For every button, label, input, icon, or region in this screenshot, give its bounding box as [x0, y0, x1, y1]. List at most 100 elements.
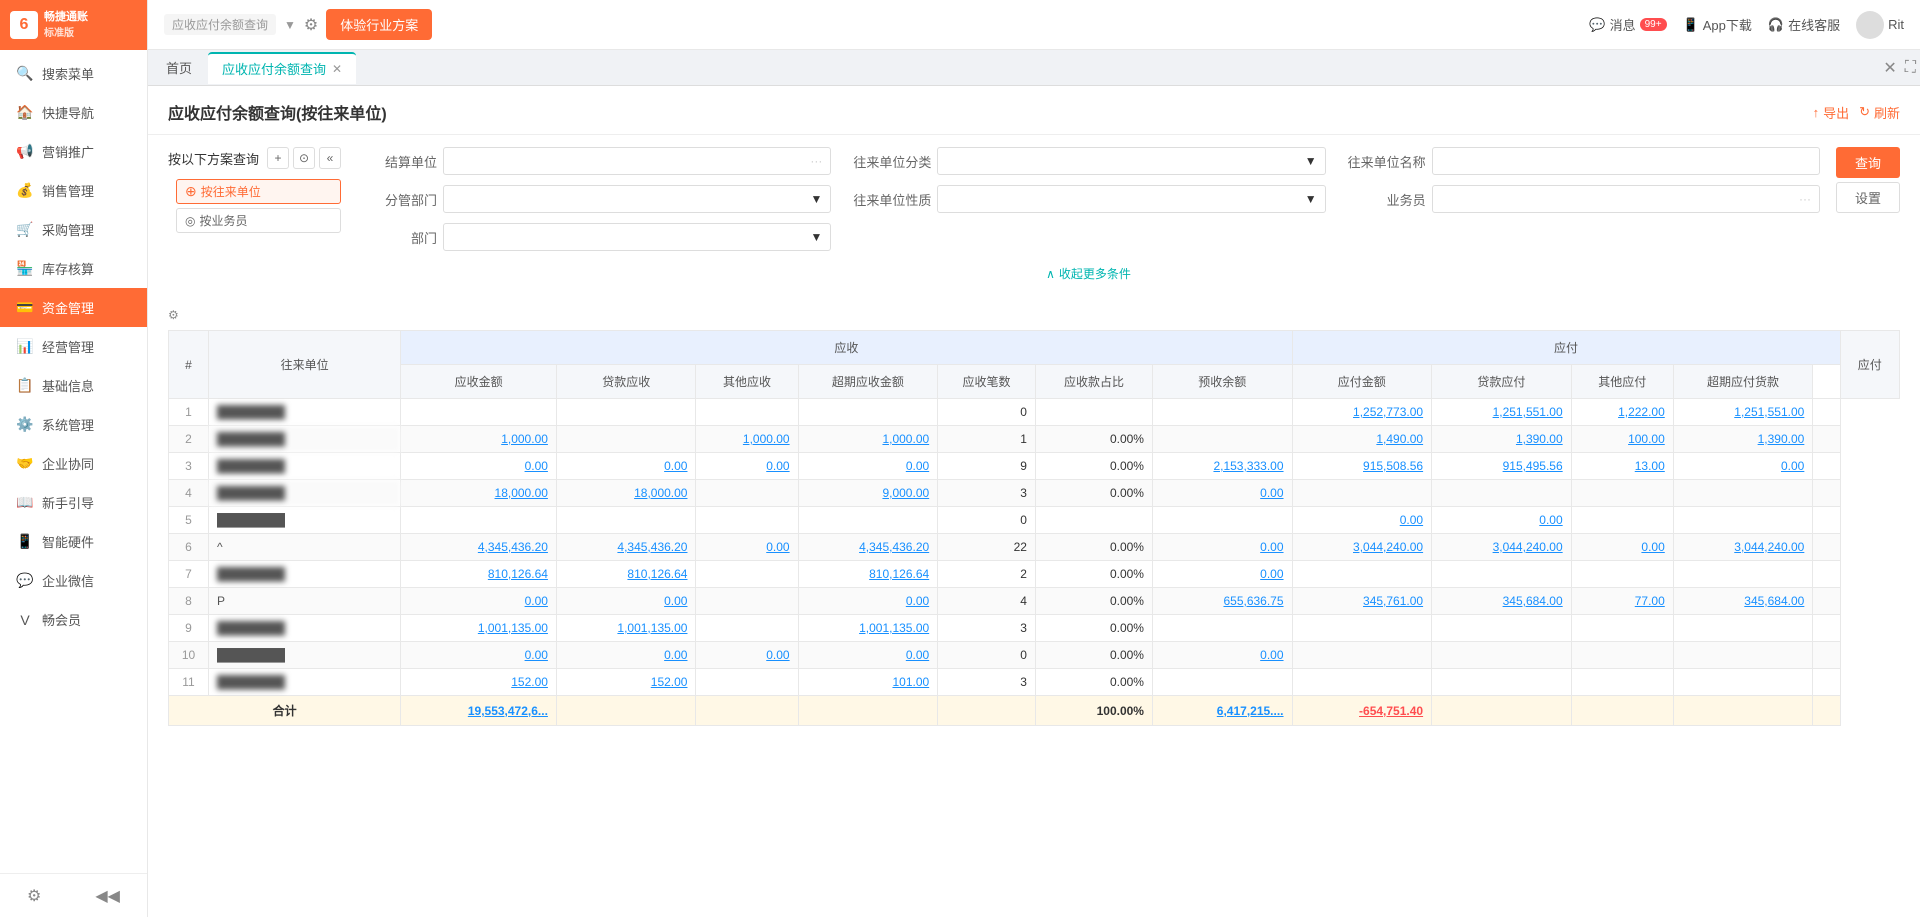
cell-loan-payable[interactable]: [1432, 642, 1572, 669]
sidebar-item-marketing[interactable]: 📢营销推广: [0, 132, 147, 171]
cell-overdue-receivable[interactable]: 0.00: [798, 588, 938, 615]
cell-overdue-payable[interactable]: [1673, 507, 1813, 534]
cell-loan-payable[interactable]: 345,684.00: [1432, 588, 1572, 615]
cell-loan-receivable[interactable]: 1,001,135.00: [556, 615, 696, 642]
cell-receivable-amount[interactable]: 4,345,436.20: [401, 534, 557, 561]
query-button[interactable]: 查询: [1836, 147, 1900, 178]
cell-overdue-payable[interactable]: 1,251,551.00: [1673, 399, 1813, 426]
cell-overdue-payable[interactable]: [1673, 615, 1813, 642]
cell-other-receivable[interactable]: [696, 561, 798, 588]
cell-prepaid-balance[interactable]: [1152, 615, 1292, 642]
cell-overdue-receivable[interactable]: 0.00: [798, 642, 938, 669]
cell-prepaid-balance[interactable]: 0.00: [1152, 534, 1292, 561]
cell-prepaid-balance[interactable]: 655,636.75: [1152, 588, 1292, 615]
cell-other-payable[interactable]: 1,222.00: [1571, 399, 1673, 426]
sidebar-item-vip[interactable]: V畅会员: [0, 600, 147, 639]
cell-loan-receivable[interactable]: 18,000.00: [556, 480, 696, 507]
cell-other-payable[interactable]: [1571, 669, 1673, 696]
sidebar-item-newbie[interactable]: 📖新手引导: [0, 483, 147, 522]
tab-query[interactable]: 应收应付余额查询 ✕: [208, 52, 356, 84]
online-service-item[interactable]: 🎧 在线客服: [1768, 15, 1840, 34]
sidebar-item-enterprise[interactable]: 🤝企业协同: [0, 444, 147, 483]
cell-payable-amount[interactable]: 0.00: [1292, 507, 1432, 534]
cell-overdue-payable[interactable]: [1673, 669, 1813, 696]
filter-by-salesperson-btn[interactable]: ◎ 按业务员: [176, 208, 341, 233]
tab-home[interactable]: 首页: [152, 52, 206, 84]
cell-loan-payable[interactable]: 1,390.00: [1432, 426, 1572, 453]
sidebar-item-quick-nav[interactable]: 🏠快捷导航: [0, 93, 147, 132]
cell-loan-receivable[interactable]: 4,345,436.20: [556, 534, 696, 561]
sidebar-item-wechat[interactable]: 💬企业微信: [0, 561, 147, 600]
cell-payable-amount[interactable]: [1292, 642, 1432, 669]
cell-loan-receivable[interactable]: 0.00: [556, 642, 696, 669]
settings-bottom-icon[interactable]: ⚙: [27, 886, 41, 906]
tab-close-window-icon[interactable]: ✕: [1883, 58, 1896, 78]
cell-loan-receivable[interactable]: [556, 507, 696, 534]
cell-receivable-amount[interactable]: [401, 399, 557, 426]
user-profile-item[interactable]: Rit: [1856, 11, 1904, 39]
cell-other-payable[interactable]: [1571, 561, 1673, 588]
cell-payable-amount[interactable]: [1292, 480, 1432, 507]
cell-receivable-amount[interactable]: 0.00: [401, 588, 557, 615]
cell-loan-receivable[interactable]: [556, 426, 696, 453]
notification-item[interactable]: 💬 消息 99+: [1589, 15, 1666, 34]
cell-overdue-receivable[interactable]: 101.00: [798, 669, 938, 696]
settings-button[interactable]: 设置: [1836, 182, 1900, 213]
cell-overdue-payable[interactable]: 345,684.00: [1673, 588, 1813, 615]
cell-loan-receivable[interactable]: 0.00: [556, 588, 696, 615]
cell-loan-payable[interactable]: [1432, 561, 1572, 588]
cell-overdue-receivable[interactable]: 1,001,135.00: [798, 615, 938, 642]
cell-loan-payable[interactable]: [1432, 480, 1572, 507]
cell-other-receivable[interactable]: [696, 507, 798, 534]
salesperson-input[interactable]: ···: [1432, 185, 1820, 213]
sidebar-item-search-menu[interactable]: 🔍搜索菜单: [0, 54, 147, 93]
cell-other-receivable[interactable]: 0.00: [696, 534, 798, 561]
cell-overdue-receivable[interactable]: [798, 507, 938, 534]
cell-prepaid-balance[interactable]: [1152, 426, 1292, 453]
sidebar-item-sales[interactable]: 💰销售管理: [0, 171, 147, 210]
cell-loan-receivable[interactable]: 810,126.64: [556, 561, 696, 588]
cell-prepaid-balance[interactable]: 0.00: [1152, 480, 1292, 507]
cell-loan-receivable[interactable]: [556, 399, 696, 426]
cell-loan-payable[interactable]: [1432, 615, 1572, 642]
collapse-sidebar-icon[interactable]: ◀◀: [95, 886, 120, 906]
cell-prepaid-balance[interactable]: 0.00: [1152, 642, 1292, 669]
export-button[interactable]: ↑ 导出: [1813, 103, 1850, 122]
collapse-button[interactable]: ∧ 收起更多条件: [1046, 265, 1131, 282]
cell-overdue-receivable[interactable]: 9,000.00: [798, 480, 938, 507]
cell-receivable-amount[interactable]: 152.00: [401, 669, 557, 696]
app-download-item[interactable]: 📱 App下载: [1683, 15, 1752, 34]
cell-other-payable[interactable]: [1571, 507, 1673, 534]
cell-payable-amount[interactable]: 3,044,240.00: [1292, 534, 1432, 561]
cell-payable-amount[interactable]: 915,508.56: [1292, 453, 1432, 480]
sidebar-item-system[interactable]: ⚙️系统管理: [0, 405, 147, 444]
cell-other-receivable[interactable]: [696, 399, 798, 426]
target-scheme-btn[interactable]: ⊙: [293, 147, 315, 169]
cell-payable-amount[interactable]: [1292, 669, 1432, 696]
cell-other-payable[interactable]: 0.00: [1571, 534, 1673, 561]
partner-category-select[interactable]: ▼: [937, 147, 1325, 175]
cell-other-receivable[interactable]: [696, 669, 798, 696]
cell-overdue-receivable[interactable]: 1,000.00: [798, 426, 938, 453]
sidebar-item-smart-hw[interactable]: 📱智能硬件: [0, 522, 147, 561]
sidebar-item-basic-info[interactable]: 📋基础信息: [0, 366, 147, 405]
cell-payable-amount[interactable]: [1292, 615, 1432, 642]
cell-other-receivable[interactable]: [696, 480, 798, 507]
cell-overdue-payable[interactable]: 0.00: [1673, 453, 1813, 480]
gear-icon[interactable]: ⚙: [304, 15, 318, 35]
tab-close-icon[interactable]: ✕: [332, 62, 342, 76]
cell-receivable-amount[interactable]: 1,000.00: [401, 426, 557, 453]
collapse-scheme-btn[interactable]: «: [319, 147, 341, 169]
sidebar-item-purchase[interactable]: 🛒采购管理: [0, 210, 147, 249]
cell-overdue-receivable[interactable]: [798, 399, 938, 426]
cell-payable-amount[interactable]: 1,490.00: [1292, 426, 1432, 453]
cell-loan-payable[interactable]: [1432, 669, 1572, 696]
cell-prepaid-balance[interactable]: 2,153,333.00: [1152, 453, 1292, 480]
partner-name-input[interactable]: [1432, 147, 1820, 175]
cell-overdue-receivable[interactable]: 0.00: [798, 453, 938, 480]
cell-other-payable[interactable]: 77.00: [1571, 588, 1673, 615]
cell-overdue-payable[interactable]: 3,044,240.00: [1673, 534, 1813, 561]
cell-receivable-amount[interactable]: 0.00: [401, 642, 557, 669]
cell-loan-receivable[interactable]: 152.00: [556, 669, 696, 696]
cell-payable-amount[interactable]: [1292, 561, 1432, 588]
